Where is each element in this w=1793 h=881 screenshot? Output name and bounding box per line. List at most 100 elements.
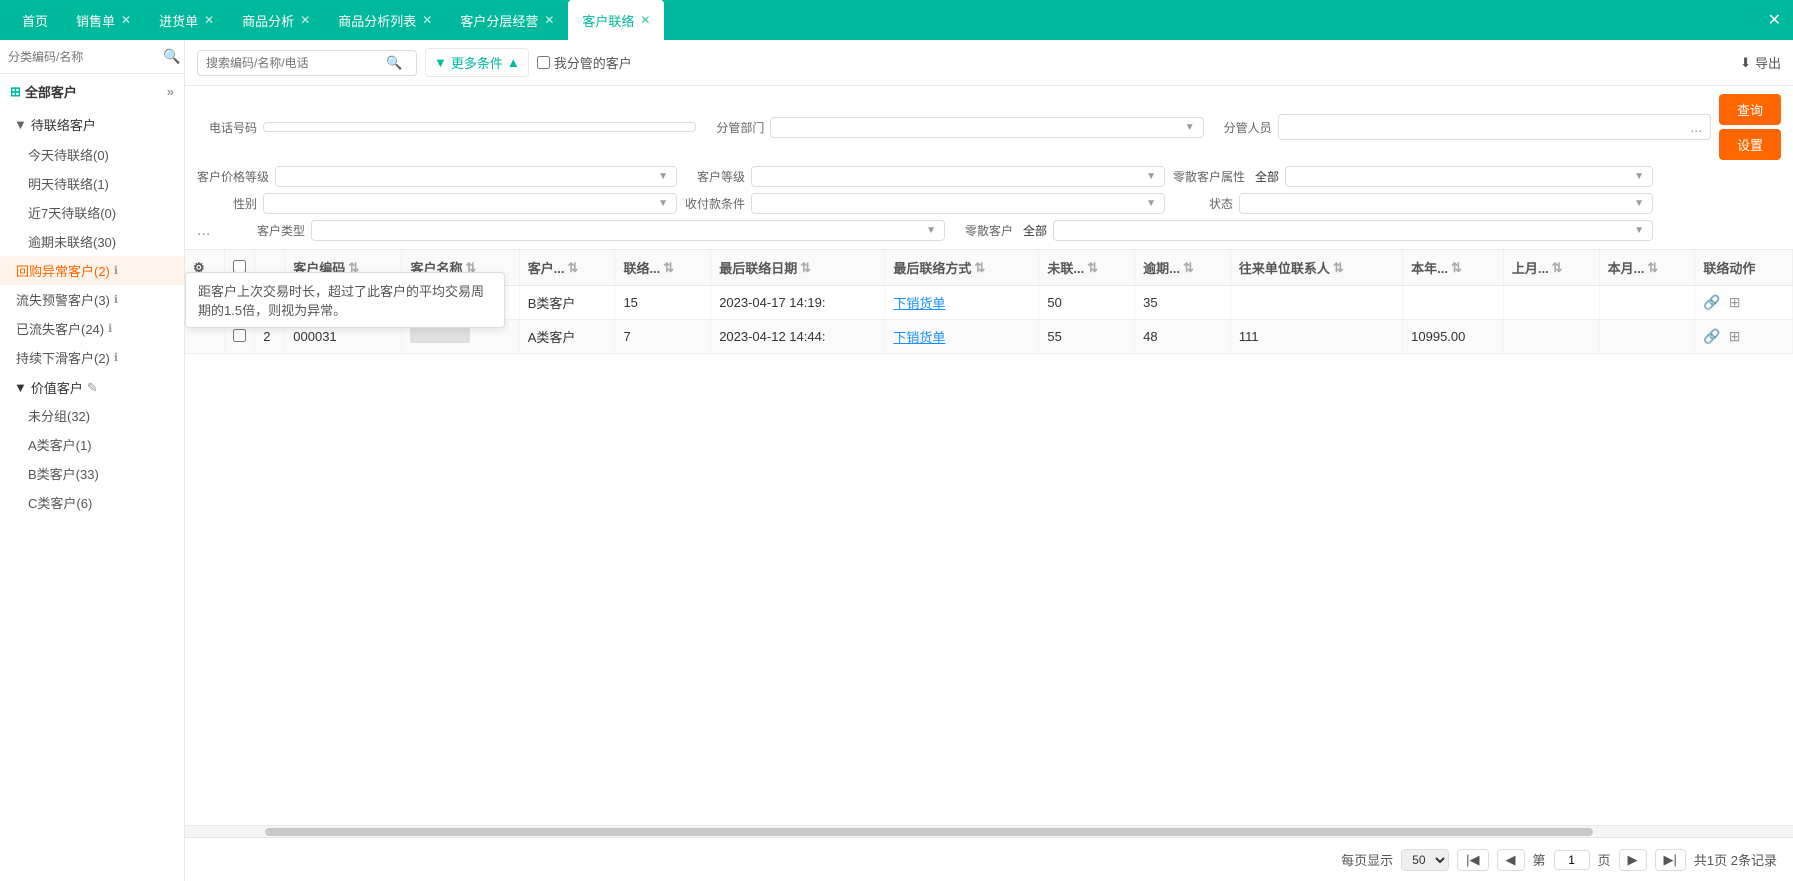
- search-input-wrapper[interactable]: 🔍: [197, 50, 417, 76]
- dept-field: 分管部门 ▼: [704, 117, 1203, 138]
- next-page-button[interactable]: ▶: [1619, 849, 1647, 871]
- sidebar-item-churned[interactable]: 已流失客户(24) ℹ: [0, 314, 184, 343]
- filter-action-buttons: 查询 设置: [1719, 94, 1781, 160]
- chevron-up-icon: ▲: [507, 55, 520, 70]
- nav-sales-order[interactable]: 销售单 ✕: [62, 0, 145, 40]
- horizontal-scrollbar[interactable]: [185, 825, 1793, 837]
- first-page-button[interactable]: |◀: [1457, 849, 1488, 871]
- sidebar-item-class-a[interactable]: A类客户(1): [0, 430, 184, 459]
- overdue-col-header[interactable]: 逾期...⇅: [1135, 250, 1231, 286]
- last-contact-date-col-header[interactable]: 最后联络日期⇅: [711, 250, 885, 286]
- sidebar-item-churn-warning[interactable]: 流失预警客户(3) ℹ: [0, 285, 184, 314]
- price-grade-select[interactable]: ▼: [275, 166, 677, 187]
- pending-contact-section[interactable]: ▼ 待联络客户: [0, 109, 184, 140]
- close-icon[interactable]: ✕: [300, 13, 310, 27]
- dept-select[interactable]: ▼: [770, 117, 1203, 138]
- sidebar-item-repurchase-anomaly[interactable]: 回购异常客户(2) ℹ: [0, 256, 184, 285]
- gender-select[interactable]: ▼: [263, 193, 677, 214]
- payment-select[interactable]: ▼: [751, 193, 1165, 214]
- nav-customer-stratification[interactable]: 客户分层经营 ✕: [446, 0, 568, 40]
- sidebar-search-area: 🔍: [0, 40, 184, 74]
- type-col-header[interactable]: 客户...⇅: [519, 250, 615, 286]
- close-icon[interactable]: ✕: [422, 13, 432, 27]
- prev-page-button[interactable]: ◀: [1497, 849, 1525, 871]
- sidebar-item-declining[interactable]: 持续下滑客户(2) ℹ: [0, 343, 184, 372]
- nav-product-analysis-list[interactable]: 商品分析列表 ✕: [324, 0, 446, 40]
- close-all-button[interactable]: ✕: [1768, 10, 1781, 30]
- page-size-select[interactable]: 50: [1401, 849, 1449, 871]
- retail-customer-select[interactable]: ▼: [1053, 220, 1653, 241]
- select-all-checkbox[interactable]: [233, 260, 246, 273]
- last-page-button[interactable]: ▶|: [1655, 849, 1686, 871]
- nav-customer-contact[interactable]: 客户联络 ✕: [568, 0, 664, 40]
- row-checkbox[interactable]: [233, 329, 246, 342]
- sort-icon: ⇅: [568, 260, 579, 276]
- last-contact-date-cell: 2023-04-17 14:19:: [711, 286, 885, 320]
- type-cell: B类客户: [519, 286, 615, 320]
- query-button[interactable]: 查询: [1719, 94, 1781, 125]
- value-customers-section[interactable]: ▼ 价值客户 ✎: [0, 372, 184, 401]
- uncontacted-col-header[interactable]: 未联...⇅: [1039, 250, 1135, 286]
- sidebar-item-overdue-uncontacted[interactable]: 逾期未联络(30): [0, 227, 184, 256]
- unit-contact-cell: [1230, 286, 1402, 320]
- price-grade-field: 客户价格等级 ▼: [197, 166, 677, 187]
- contact-col-header[interactable]: 联络...⇅: [615, 250, 711, 286]
- contact-cell: 15: [615, 286, 711, 320]
- sidebar-item-tomorrow-pending[interactable]: 明天待联络(1): [0, 169, 184, 198]
- sidebar-item-ungrouped[interactable]: 未分组(32): [0, 401, 184, 430]
- customer-grade-select[interactable]: ▼: [751, 166, 1165, 187]
- all-customers-header[interactable]: ⊞ 全部客户 »: [0, 74, 184, 109]
- last-contact-method-col-header[interactable]: 最后联络方式⇅: [885, 250, 1039, 286]
- close-icon[interactable]: ✕: [204, 13, 214, 27]
- this-year-col-header[interactable]: 本年...⇅: [1403, 250, 1504, 286]
- uncontacted-cell: 50: [1039, 286, 1135, 320]
- overdue-cell: 48: [1135, 320, 1231, 354]
- phone-input[interactable]: [263, 122, 696, 132]
- last-contact-method-cell[interactable]: 下销货单: [885, 320, 1039, 354]
- manager-input[interactable]: ...: [1278, 114, 1711, 140]
- retail-attr-field: 零散客户属性 全部 ▼: [1173, 166, 1653, 187]
- scrollbar-thumb[interactable]: [265, 828, 1593, 836]
- sidebar-search-input[interactable]: [8, 50, 163, 64]
- name-avatar: [410, 327, 470, 343]
- type-cell: A类客户: [519, 320, 615, 354]
- retail-customer-field: 零散客户 全部 ▼: [953, 220, 1653, 241]
- dots-field: ...: [197, 222, 237, 240]
- customer-type-field: 客户类型 ▼: [245, 220, 945, 241]
- more-action-icon[interactable]: ⊞: [1729, 328, 1741, 345]
- this-month-cell: [1599, 320, 1695, 354]
- settings-button[interactable]: 设置: [1719, 129, 1781, 160]
- last-month-col-header[interactable]: 上月...⇅: [1503, 250, 1599, 286]
- edit-icon[interactable]: ✎: [87, 380, 98, 396]
- page-number-input[interactable]: [1554, 850, 1590, 870]
- sort-icon: ⇅: [1647, 260, 1658, 276]
- my-customers-checkbox[interactable]: [537, 56, 550, 69]
- sidebar-item-today-pending[interactable]: 今天待联络(0): [0, 140, 184, 169]
- overdue-cell: 35: [1135, 286, 1231, 320]
- last-contact-method-cell[interactable]: 下销货单: [885, 286, 1039, 320]
- sort-icon: ⇅: [1087, 260, 1098, 276]
- this-month-col-header[interactable]: 本月...⇅: [1599, 250, 1695, 286]
- close-icon[interactable]: ✕: [640, 13, 650, 27]
- customer-type-select[interactable]: ▼: [311, 220, 945, 241]
- nav-product-analysis[interactable]: 商品分析 ✕: [228, 0, 324, 40]
- export-button[interactable]: ⬇ 导出: [1740, 53, 1781, 72]
- close-icon[interactable]: ✕: [544, 13, 554, 27]
- unit-contact-col-header[interactable]: 往来单位联系人⇅: [1230, 250, 1402, 286]
- close-icon[interactable]: ✕: [121, 13, 131, 27]
- contact-action-icon[interactable]: 🔗: [1703, 294, 1720, 311]
- sidebar-item-7days-pending[interactable]: 近7天待联络(0): [0, 198, 184, 227]
- search-input[interactable]: [206, 56, 386, 70]
- contact-action-icon[interactable]: 🔗: [1703, 328, 1720, 345]
- sidebar-item-class-c[interactable]: C类客户(6): [0, 488, 184, 517]
- sort-icon: ⇅: [1183, 260, 1194, 276]
- more-action-icon[interactable]: ⊞: [1729, 294, 1741, 311]
- nav-purchase-order[interactable]: 进货单 ✕: [145, 0, 228, 40]
- status-select[interactable]: ▼: [1239, 193, 1653, 214]
- more-conditions-button[interactable]: ▼ 更多条件 ▲: [425, 48, 529, 77]
- nav-home[interactable]: 首页: [8, 0, 62, 40]
- collapse-icon[interactable]: »: [167, 84, 174, 99]
- sidebar-item-class-b[interactable]: B类客户(33): [0, 459, 184, 488]
- retail-attr-select[interactable]: ▼: [1285, 166, 1653, 187]
- info-icon: ℹ: [108, 322, 112, 335]
